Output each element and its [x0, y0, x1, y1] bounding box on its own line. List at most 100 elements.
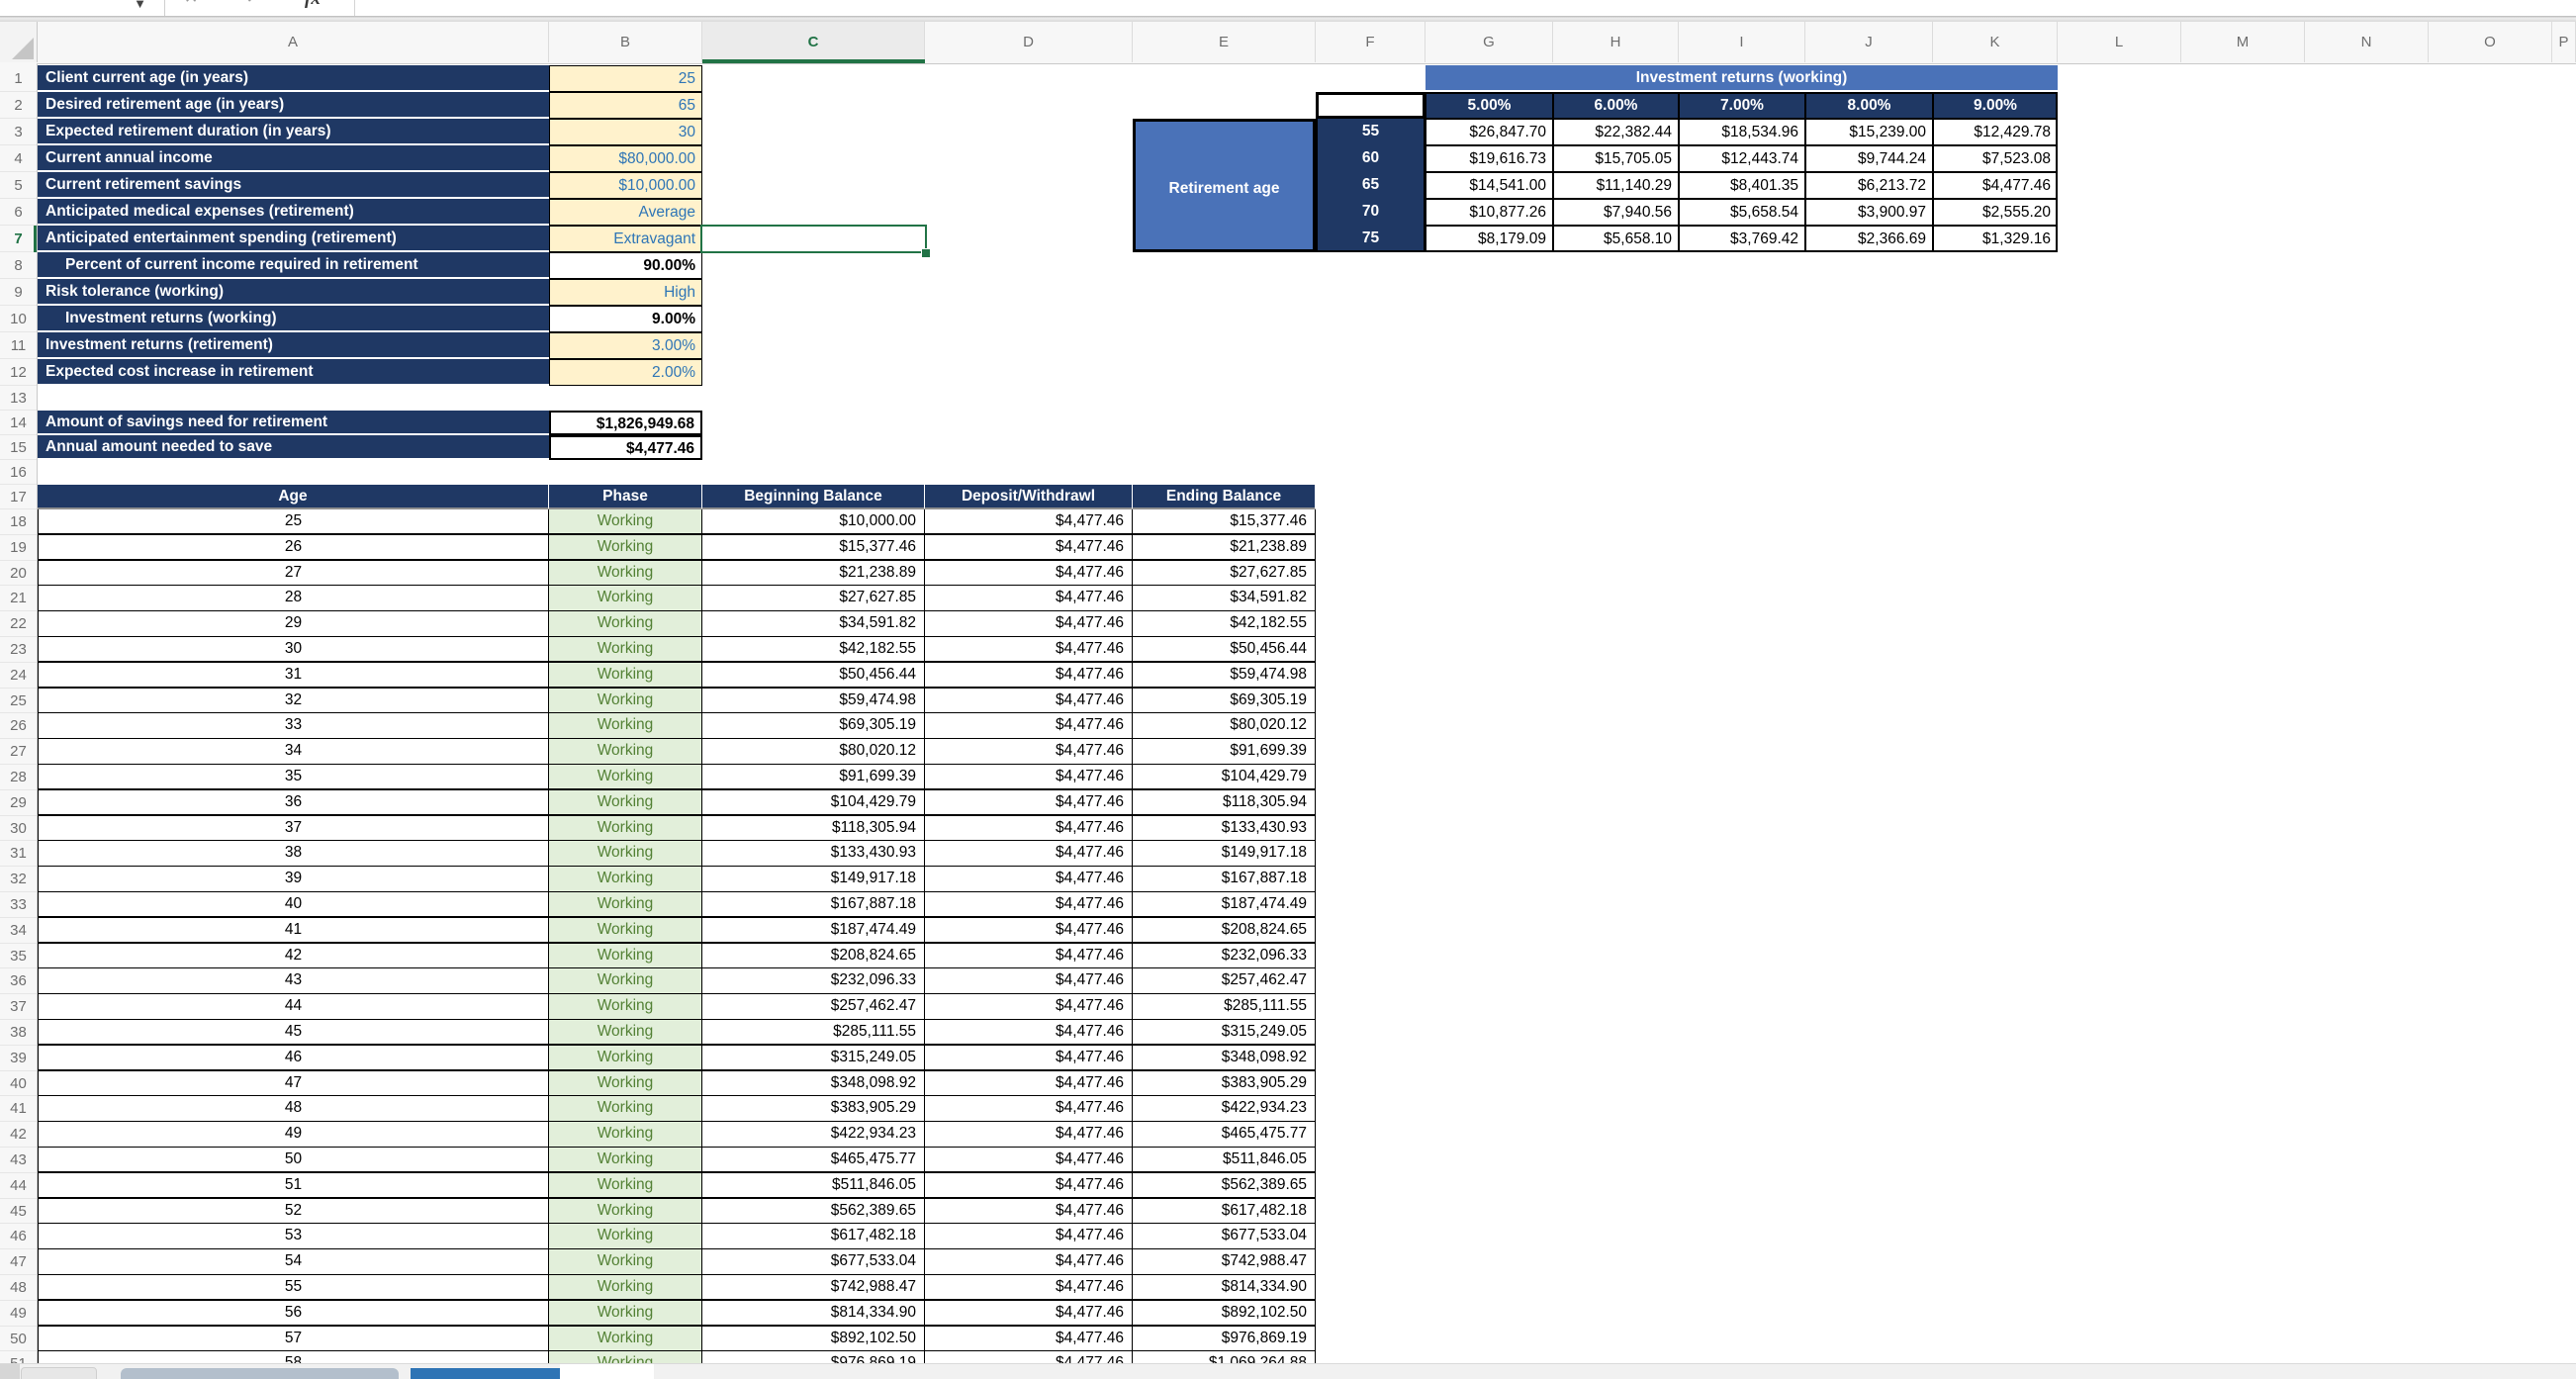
cell-H4[interactable]: $15,705.05 [1553, 145, 1679, 172]
cell-H3[interactable]: $22,382.44 [1553, 119, 1679, 145]
cell-D19[interactable]: $4,477.46 [925, 534, 1133, 561]
cell-E33[interactable]: $187,474.49 [1133, 892, 1316, 918]
cell-C43[interactable]: $465,475.77 [702, 1148, 925, 1173]
fill-handle[interactable] [921, 248, 931, 258]
cell-A19[interactable]: 26 [38, 534, 549, 561]
cell-H6[interactable]: $7,940.56 [1553, 199, 1679, 226]
cell-A1[interactable]: Client current age (in years) [38, 65, 549, 92]
cell-B43[interactable]: Working [549, 1148, 702, 1173]
cell-C18[interactable]: $10,000.00 [702, 509, 925, 535]
cell-E25[interactable]: $69,305.19 [1133, 688, 1316, 714]
cell-A51[interactable]: 58 [38, 1351, 549, 1363]
cell-A42[interactable]: 49 [38, 1122, 549, 1148]
cell-D25[interactable]: $4,477.46 [925, 688, 1133, 714]
cell-A34[interactable]: 41 [38, 917, 549, 944]
cell-E37[interactable]: $285,111.55 [1133, 994, 1316, 1020]
cell-G2[interactable]: 5.00% [1426, 92, 1553, 119]
cell-D34[interactable]: $4,477.46 [925, 917, 1133, 944]
cell-J5[interactable]: $6,213.72 [1805, 172, 1933, 199]
cell-B47[interactable]: Working [549, 1249, 702, 1275]
cell-C49[interactable]: $814,334.90 [702, 1300, 925, 1327]
cell-D47[interactable]: $4,477.46 [925, 1249, 1133, 1275]
cell-B30[interactable]: Working [549, 815, 702, 842]
cell-F7[interactable]: 75 [1316, 226, 1426, 252]
cell-D22[interactable]: $4,477.46 [925, 611, 1133, 637]
cell-A31[interactable]: 38 [38, 841, 549, 868]
cell-D38[interactable]: $4,477.46 [925, 1020, 1133, 1046]
cell-E24[interactable]: $59,474.98 [1133, 662, 1316, 689]
cell-K6[interactable]: $2,555.20 [1933, 199, 2058, 226]
cell-A27[interactable]: 34 [38, 739, 549, 765]
cell-E35[interactable]: $232,096.33 [1133, 943, 1316, 969]
cell-D33[interactable]: $4,477.46 [925, 892, 1133, 918]
cell-C33[interactable]: $167,887.18 [702, 892, 925, 918]
cell-C24[interactable]: $50,456.44 [702, 662, 925, 689]
cell-C30[interactable]: $118,305.94 [702, 815, 925, 842]
cell-C39[interactable]: $315,249.05 [702, 1045, 925, 1071]
cell-H5[interactable]: $11,140.29 [1553, 172, 1679, 199]
cell-E39[interactable]: $348,098.92 [1133, 1045, 1316, 1071]
cell-D31[interactable]: $4,477.46 [925, 841, 1133, 868]
cell-B32[interactable]: Working [549, 867, 702, 892]
cell-D40[interactable]: $4,477.46 [925, 1070, 1133, 1097]
cell-C48[interactable]: $742,988.47 [702, 1275, 925, 1301]
cell-F3[interactable]: 55 [1316, 119, 1426, 145]
cell-B36[interactable]: Working [549, 968, 702, 995]
table-header-deposit-withdrawl[interactable]: Deposit/Withdrawl [925, 485, 1133, 509]
cell-E18[interactable]: $15,377.46 [1133, 509, 1316, 535]
cell-D50[interactable]: $4,477.46 [925, 1326, 1133, 1352]
cell-E51[interactable]: $1,069,264.88 [1133, 1351, 1316, 1363]
cell-F2[interactable] [1316, 92, 1426, 119]
cell-F4[interactable]: 60 [1316, 145, 1426, 172]
cell-H7[interactable]: $5,658.10 [1553, 226, 1679, 252]
cell-B37[interactable]: Working [549, 994, 702, 1020]
cell-B35[interactable]: Working [549, 943, 702, 969]
cell-B33[interactable]: Working [549, 892, 702, 918]
cell-E32[interactable]: $167,887.18 [1133, 867, 1316, 892]
cell-I7[interactable]: $3,769.42 [1679, 226, 1805, 252]
cell-C37[interactable]: $257,462.47 [702, 994, 925, 1020]
cell-E46[interactable]: $677,533.04 [1133, 1224, 1316, 1250]
cell-B3[interactable]: 30 [549, 119, 702, 145]
cell-B1[interactable]: 25 [549, 65, 702, 92]
table-header-ending-balance[interactable]: Ending Balance [1133, 485, 1316, 509]
cell-B12[interactable]: 2.00% [549, 359, 702, 386]
cell-A28[interactable]: 35 [38, 765, 549, 790]
cell-C36[interactable]: $232,096.33 [702, 968, 925, 995]
cell-E20[interactable]: $27,627.85 [1133, 560, 1316, 587]
cell-B24[interactable]: Working [549, 662, 702, 689]
cell-A26[interactable]: 33 [38, 713, 549, 740]
table-header-beginning-balance[interactable]: Beginning Balance [702, 485, 925, 509]
cell-G5[interactable]: $14,541.00 [1426, 172, 1553, 199]
cell-C22[interactable]: $34,591.82 [702, 611, 925, 637]
cell-A5[interactable]: Current retirement savings [38, 172, 549, 199]
cell-D43[interactable]: $4,477.46 [925, 1148, 1133, 1173]
cell-E31[interactable]: $149,917.18 [1133, 841, 1316, 868]
cell-A44[interactable]: 51 [38, 1172, 549, 1199]
cell-A33[interactable]: 40 [38, 892, 549, 918]
cell-A24[interactable]: 31 [38, 662, 549, 689]
cell-B44[interactable]: Working [549, 1172, 702, 1199]
cell-D51[interactable]: $4,477.46 [925, 1351, 1133, 1363]
cell-E23[interactable]: $50,456.44 [1133, 637, 1316, 663]
cell-A39[interactable]: 46 [38, 1045, 549, 1071]
cell-A11[interactable]: Investment returns (retirement) [38, 332, 549, 359]
cell-E34[interactable]: $208,824.65 [1133, 917, 1316, 944]
cell-D42[interactable]: $4,477.46 [925, 1122, 1133, 1148]
cell-J7[interactable]: $2,366.69 [1805, 226, 1933, 252]
cell-E19[interactable]: $21,238.89 [1133, 534, 1316, 561]
cell-D35[interactable]: $4,477.46 [925, 943, 1133, 969]
cell-B11[interactable]: 3.00% [549, 332, 702, 359]
cell-A22[interactable]: 29 [38, 611, 549, 637]
cell-I2[interactable]: 7.00% [1679, 92, 1805, 119]
cell-A9[interactable]: Risk tolerance (working) [38, 279, 549, 306]
cell-A15[interactable]: Annual amount needed to save [38, 435, 549, 460]
cell-C51[interactable]: $976,869.19 [702, 1351, 925, 1363]
cell-E43[interactable]: $511,846.05 [1133, 1148, 1316, 1173]
cell-B15[interactable]: $4,477.46 [549, 435, 702, 460]
cell-C31[interactable]: $133,430.93 [702, 841, 925, 868]
cell-J2[interactable]: 8.00% [1805, 92, 1933, 119]
cell-D29[interactable]: $4,477.46 [925, 789, 1133, 816]
cell-E27[interactable]: $91,699.39 [1133, 739, 1316, 765]
cell-E47[interactable]: $742,988.47 [1133, 1249, 1316, 1275]
